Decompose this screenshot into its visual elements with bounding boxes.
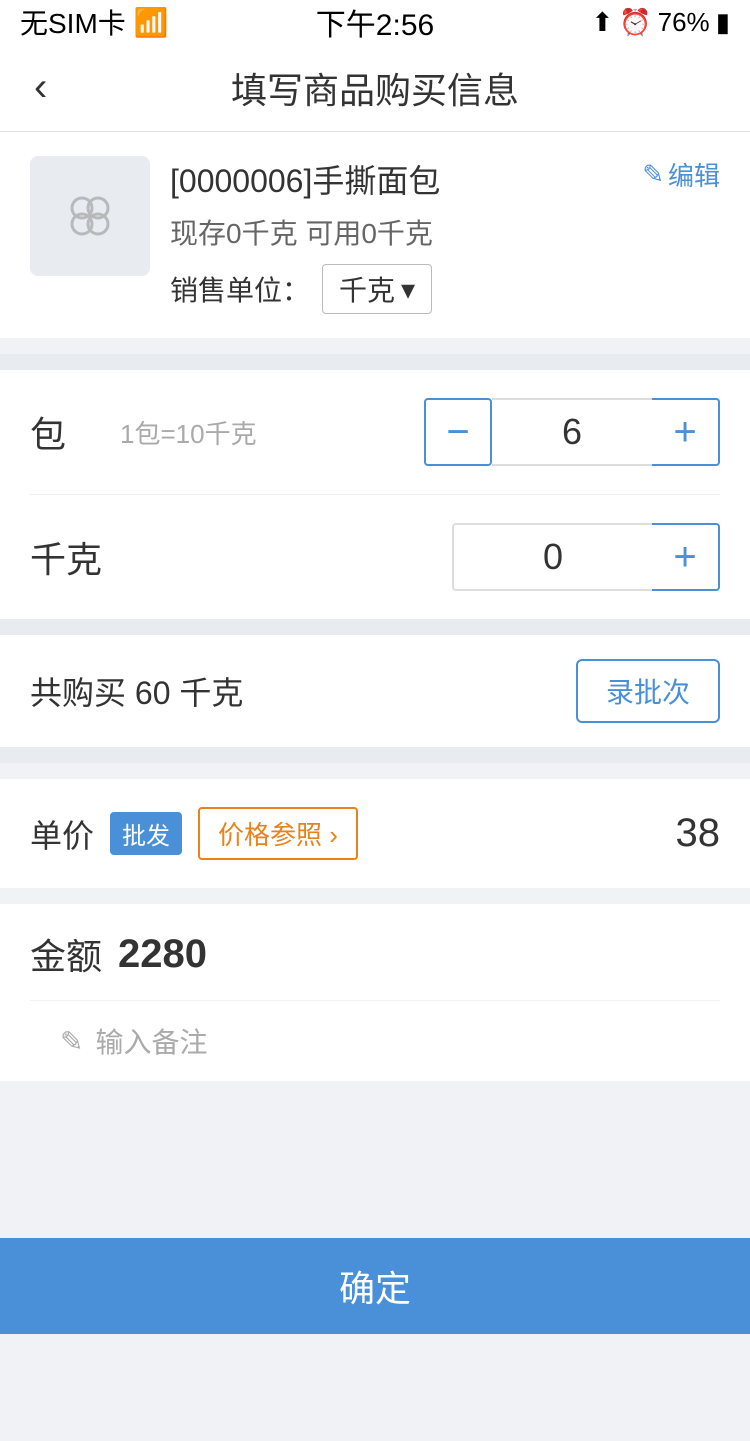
edit-button[interactable]: ✎ 编辑	[642, 156, 720, 193]
note-input[interactable]: 输入备注	[95, 1021, 207, 1061]
bag-increment-button[interactable]: +	[652, 398, 720, 466]
product-name: [0000006]手撕面包	[170, 156, 642, 202]
separator-2	[0, 619, 750, 635]
nav-bar: ‹ 填写商品购买信息	[0, 44, 750, 132]
price-reference-button[interactable]: 价格参照 ›	[198, 807, 358, 860]
amount-value: 2280	[118, 932, 207, 977]
status-right: ⬆ ⏰ 76% ▮	[591, 7, 730, 38]
unit-label: 销售单位：	[170, 269, 310, 309]
battery-icon: ▮	[716, 7, 730, 38]
dropdown-icon: ▾	[401, 273, 415, 306]
status-left: 无SIM卡 📶	[20, 2, 169, 42]
status-bar: 无SIM卡 📶 下午2:56 ⬆ ⏰ 76% ▮	[0, 0, 750, 44]
wifi-icon: 📶	[134, 6, 169, 39]
alarm-icon: ⏰	[619, 7, 651, 38]
price-label: 单价	[30, 811, 94, 857]
product-card: [0000006]手撕面包 ✎ 编辑 现存0千克 可用0千克 销售单位： 千克 …	[0, 132, 750, 338]
price-value: 38	[676, 811, 721, 856]
bag-label: 包	[30, 406, 110, 458]
confirm-button[interactable]: 确定	[339, 1260, 411, 1312]
page-title: 填写商品购买信息	[231, 62, 519, 114]
battery-label: 76%	[658, 7, 710, 38]
bag-hint: 1包=10千克	[120, 414, 424, 451]
separator-3	[0, 747, 750, 763]
product-name-row: [0000006]手撕面包 ✎ 编辑	[170, 156, 720, 202]
separator-1	[0, 354, 750, 370]
edit-icon: ✎	[642, 159, 664, 190]
confirm-bar[interactable]: 确定	[0, 1238, 750, 1334]
amount-row: 金额 2280	[30, 928, 720, 1000]
unit-selector[interactable]: 千克 ▾	[322, 264, 432, 314]
product-info: [0000006]手撕面包 ✎ 编辑 现存0千克 可用0千克 销售单位： 千克 …	[170, 156, 720, 314]
time-label: 下午2:56	[316, 0, 434, 44]
kg-quantity-input[interactable]	[452, 523, 652, 591]
kg-input-row: 千克 +	[30, 495, 720, 619]
batch-button[interactable]: 录批次	[576, 659, 720, 723]
price-section: 单价 批发 价格参照 › 38	[0, 779, 750, 888]
back-button[interactable]: ‹	[24, 55, 57, 120]
product-stock: 现存0千克 可用0千克	[170, 212, 720, 252]
kg-label: 千克	[30, 531, 110, 583]
location-icon: ⬆	[591, 7, 613, 38]
kg-quantity-control: +	[452, 523, 720, 591]
bag-quantity-input[interactable]	[492, 398, 652, 466]
input-section: 包 1包=10千克 − + 千克 +	[0, 370, 750, 619]
edit-label: 编辑	[668, 156, 720, 193]
total-label: 共购买 60 千克	[30, 668, 243, 714]
product-placeholder-icon	[60, 186, 120, 246]
bag-input-row: 包 1包=10千克 − +	[30, 370, 720, 495]
amount-section: 金额 2280 ✎ 输入备注	[0, 888, 750, 1081]
carrier-label: 无SIM卡	[20, 2, 126, 42]
bag-quantity-control: − +	[424, 398, 720, 466]
price-badge: 批发	[110, 812, 182, 855]
product-thumbnail	[30, 156, 150, 276]
note-row[interactable]: ✎ 输入备注	[30, 1000, 720, 1081]
bag-decrement-button[interactable]: −	[424, 398, 492, 466]
total-batch-row: 共购买 60 千克 录批次	[0, 635, 750, 747]
kg-increment-button[interactable]: +	[652, 523, 720, 591]
unit-value: 千克	[339, 269, 395, 309]
product-unit-row: 销售单位： 千克 ▾	[170, 264, 720, 314]
amount-label: 金额	[30, 928, 102, 980]
note-icon: ✎	[60, 1025, 83, 1058]
